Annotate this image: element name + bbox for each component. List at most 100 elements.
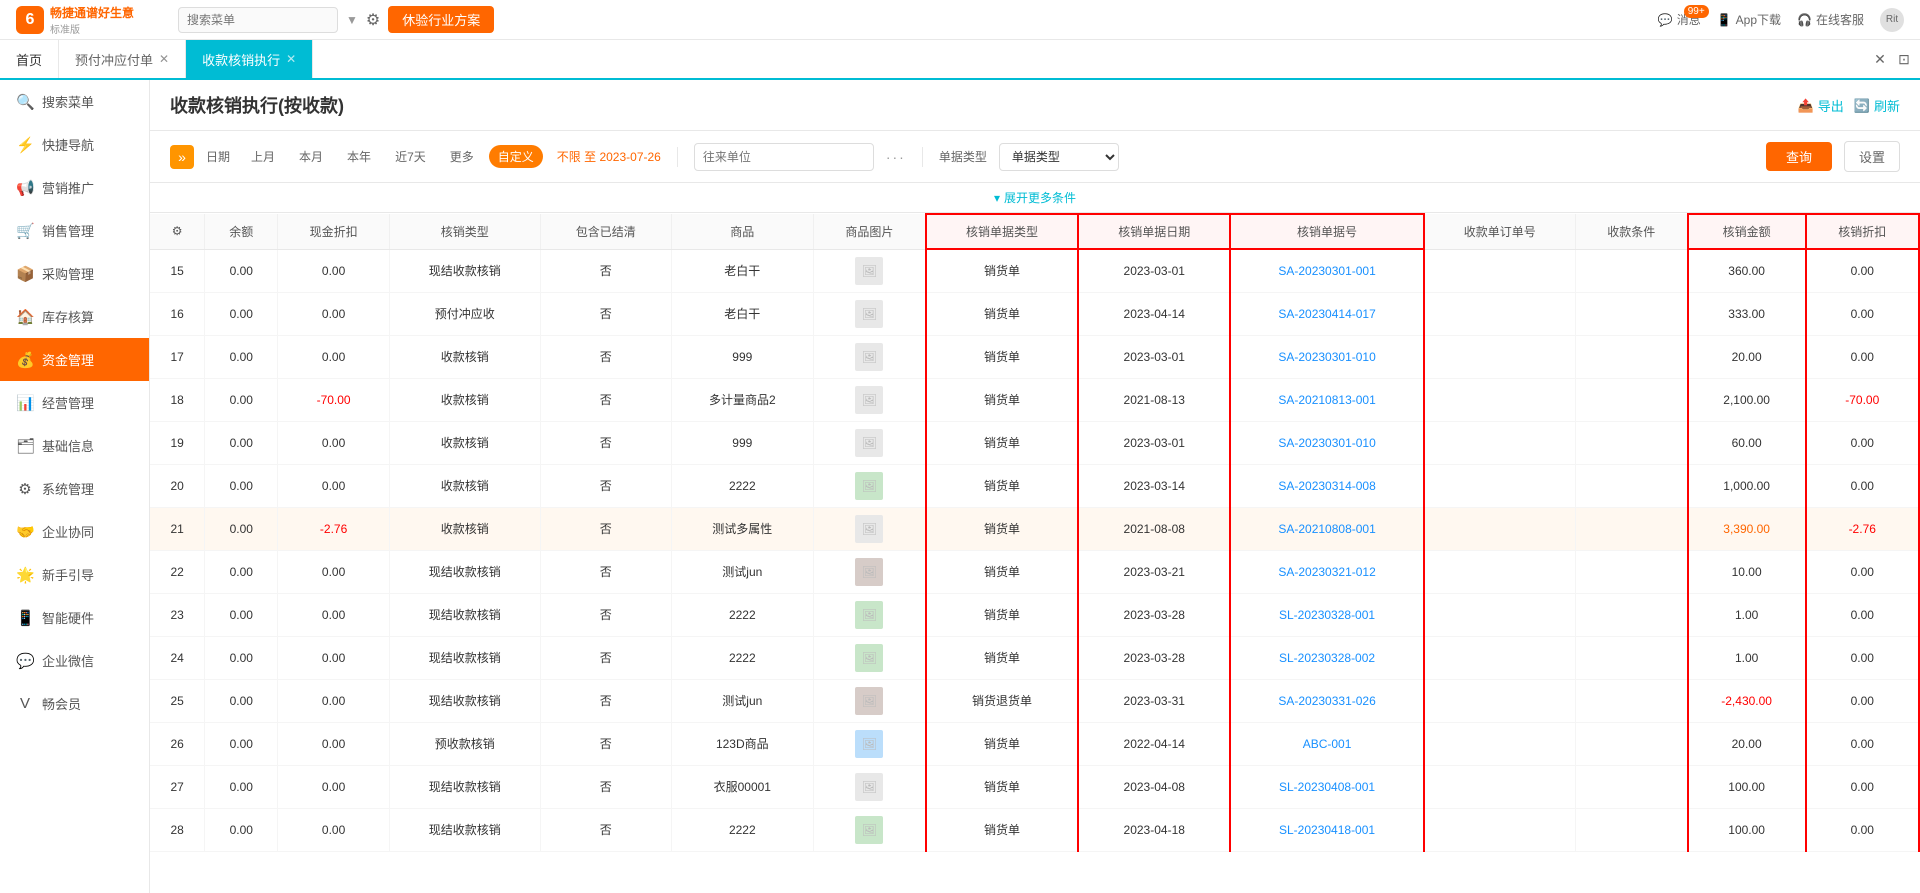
- sidebar-item-system[interactable]: ⚙ 系统管理: [0, 467, 149, 510]
- cell-verify-no[interactable]: SA-20230301-001: [1230, 249, 1423, 292]
- verify-no-link[interactable]: SA-20230301-010: [1278, 436, 1375, 450]
- sidebar-item-purchase[interactable]: 📦 采购管理: [0, 252, 149, 295]
- cell-cash-discount: 0.00: [278, 808, 390, 851]
- sidebar-item-guide[interactable]: 🌟 新手引导: [0, 553, 149, 596]
- verify-no-link[interactable]: SL-20230328-001: [1279, 608, 1375, 622]
- sidebar-item-wechat[interactable]: 💬 企业微信: [0, 639, 149, 682]
- verify-no-link[interactable]: SA-20230321-012: [1278, 565, 1375, 579]
- cell-verify-amount: 10.00: [1688, 550, 1806, 593]
- verify-no-link[interactable]: SA-20230331-026: [1278, 694, 1375, 708]
- date-chip-this-month[interactable]: 本月: [290, 145, 332, 168]
- sidebar-item-finance[interactable]: 💰 资金管理: [0, 338, 149, 381]
- cell-verify-discount: 0.00: [1806, 722, 1920, 765]
- verify-no-link[interactable]: SA-20230301-010: [1278, 350, 1375, 364]
- setting-button[interactable]: 设置: [1844, 141, 1900, 172]
- table-row: 180.00-70.00收款核销否多计量商品2🖼销货单2021-08-13SA-…: [150, 378, 1919, 421]
- verify-no-link[interactable]: SA-20210813-001: [1278, 393, 1375, 407]
- sidebar-label-finance: 资金管理: [42, 350, 94, 369]
- verify-no-link[interactable]: SA-20230301-001: [1278, 264, 1375, 278]
- date-chip-this-year[interactable]: 本年: [338, 145, 380, 168]
- sidebar-item-operation[interactable]: 📊 经营管理: [0, 381, 149, 424]
- cell-verify-no[interactable]: SA-20210808-001: [1230, 507, 1423, 550]
- cell-verify-no[interactable]: SA-20230321-012: [1230, 550, 1423, 593]
- cell-verify-no[interactable]: SL-20230418-001: [1230, 808, 1423, 851]
- from-unit-more-icon[interactable]: ···: [886, 149, 906, 165]
- cell-verify-no[interactable]: SL-20230408-001: [1230, 765, 1423, 808]
- from-unit-input[interactable]: [694, 143, 874, 171]
- sidebar-item-basic[interactable]: 🗂 基础信息: [0, 424, 149, 467]
- cell-verify-type: 预收款核销: [389, 722, 540, 765]
- verify-no-link[interactable]: SL-20230328-002: [1279, 651, 1375, 665]
- cell-verify-no[interactable]: SA-20230331-026: [1230, 679, 1423, 722]
- tab-receipt[interactable]: 收款核销执行 ✕: [186, 40, 313, 78]
- cell-receipt-order-no: [1424, 335, 1575, 378]
- user-menu[interactable]: Rit: [1880, 8, 1904, 32]
- tab-prepay[interactable]: 预付冲应付单 ✕: [59, 40, 186, 78]
- maximize-window-icon[interactable]: ⊡: [1896, 51, 1912, 67]
- product-image: 🖼: [855, 429, 883, 457]
- cell-receipt-order-no: [1424, 593, 1575, 636]
- expand-more-button[interactable]: ▾ 展开更多条件: [994, 189, 1076, 206]
- cell-verify-discount: -70.00: [1806, 378, 1920, 421]
- cell-verify-date: 2023-04-18: [1078, 808, 1230, 851]
- app-download-btn[interactable]: 📱 App下载: [1717, 11, 1781, 28]
- query-button[interactable]: 查询: [1766, 142, 1832, 171]
- shortcut-icon: ⚡: [16, 136, 34, 154]
- cell-verify-doc-type: 销货单: [926, 464, 1078, 507]
- verify-no-link[interactable]: ABC-001: [1303, 737, 1352, 751]
- message-btn[interactable]: 💬 消息 99+: [1658, 11, 1701, 28]
- prepay-tab-close-icon[interactable]: ✕: [159, 52, 169, 66]
- cell-cash-discount: 0.00: [278, 421, 390, 464]
- cell-balance: 0.00: [205, 765, 278, 808]
- sidebar-item-vip[interactable]: V 畅会员: [0, 682, 149, 725]
- search-input[interactable]: [178, 7, 338, 33]
- date-chip-more[interactable]: 更多: [441, 145, 483, 168]
- trial-button[interactable]: 休验行业方案: [388, 6, 494, 33]
- verify-no-link[interactable]: SA-20230314-008: [1278, 479, 1375, 493]
- sidebar-item-collab[interactable]: 🤝 企业协同: [0, 510, 149, 553]
- cell-product-img: 🖼: [813, 292, 926, 335]
- cell-verify-no[interactable]: SL-20230328-002: [1230, 636, 1423, 679]
- gear-icon[interactable]: ⚙: [366, 10, 380, 30]
- sidebar-item-sales[interactable]: 🛒 销售管理: [0, 209, 149, 252]
- sidebar-item-hardware[interactable]: 📱 智能硬件: [0, 596, 149, 639]
- tab-home[interactable]: 首页: [0, 40, 59, 78]
- receipt-tab-close-icon[interactable]: ✕: [286, 52, 296, 66]
- table-row: 190.000.00收款核销否999🖼销货单2023-03-01SA-20230…: [150, 421, 1919, 464]
- col-receipt-cond: 收款条件: [1575, 214, 1688, 249]
- sidebar-item-inventory[interactable]: 🏠 库存核算: [0, 295, 149, 338]
- cell-verify-no[interactable]: SL-20230328-001: [1230, 593, 1423, 636]
- cell-verify-no[interactable]: SA-20230414-017: [1230, 292, 1423, 335]
- online-service-btn[interactable]: 🎧 在线客服: [1797, 11, 1864, 28]
- col-settings[interactable]: ⚙: [150, 214, 205, 249]
- cell-verify-doc-type: 销货单: [926, 550, 1078, 593]
- verify-no-link[interactable]: SL-20230408-001: [1279, 780, 1375, 794]
- verify-no-link[interactable]: SL-20230418-001: [1279, 823, 1375, 837]
- filter-toggle-btn[interactable]: »: [170, 145, 194, 169]
- col-verify-date: 核销单据日期: [1078, 214, 1230, 249]
- cell-verify-no[interactable]: SA-20210813-001: [1230, 378, 1423, 421]
- verify-no-link[interactable]: SA-20230414-017: [1278, 307, 1375, 321]
- close-window-icon[interactable]: ✕: [1872, 51, 1888, 67]
- sidebar-item-shortcut[interactable]: ⚡ 快捷导航: [0, 123, 149, 166]
- cell-verify-date: 2023-03-14: [1078, 464, 1230, 507]
- cell-verify-no[interactable]: SA-20230301-010: [1230, 421, 1423, 464]
- sidebar-item-marketing[interactable]: 📢 营销推广: [0, 166, 149, 209]
- date-chip-7days[interactable]: 近7天: [386, 145, 435, 168]
- refresh-button[interactable]: 🔄 刷新: [1854, 96, 1900, 115]
- sidebar-item-search[interactable]: 🔍 搜索菜单: [0, 80, 149, 123]
- doc-type-select[interactable]: 单据类型: [999, 143, 1119, 171]
- cell-product: 999: [671, 335, 813, 378]
- export-button[interactable]: 📤 导出: [1798, 96, 1844, 115]
- cell-verify-type: 收款核销: [389, 421, 540, 464]
- cell-verify-no[interactable]: SA-20230301-010: [1230, 335, 1423, 378]
- date-chip-last-month[interactable]: 上月: [242, 145, 284, 168]
- cell-verify-no[interactable]: ABC-001: [1230, 722, 1423, 765]
- cell-verify-date: 2023-03-01: [1078, 421, 1230, 464]
- table-wrapper[interactable]: ⚙ 余额 现金折扣 核销类型 包含已结清 商品 商品图片 核销单据类型 核销单据…: [150, 213, 1920, 893]
- cell-balance: 0.00: [205, 507, 278, 550]
- verify-no-link[interactable]: SA-20210808-001: [1278, 522, 1375, 536]
- cell-product: 老白干: [671, 249, 813, 292]
- date-chip-custom[interactable]: 自定义: [489, 145, 543, 168]
- cell-verify-no[interactable]: SA-20230314-008: [1230, 464, 1423, 507]
